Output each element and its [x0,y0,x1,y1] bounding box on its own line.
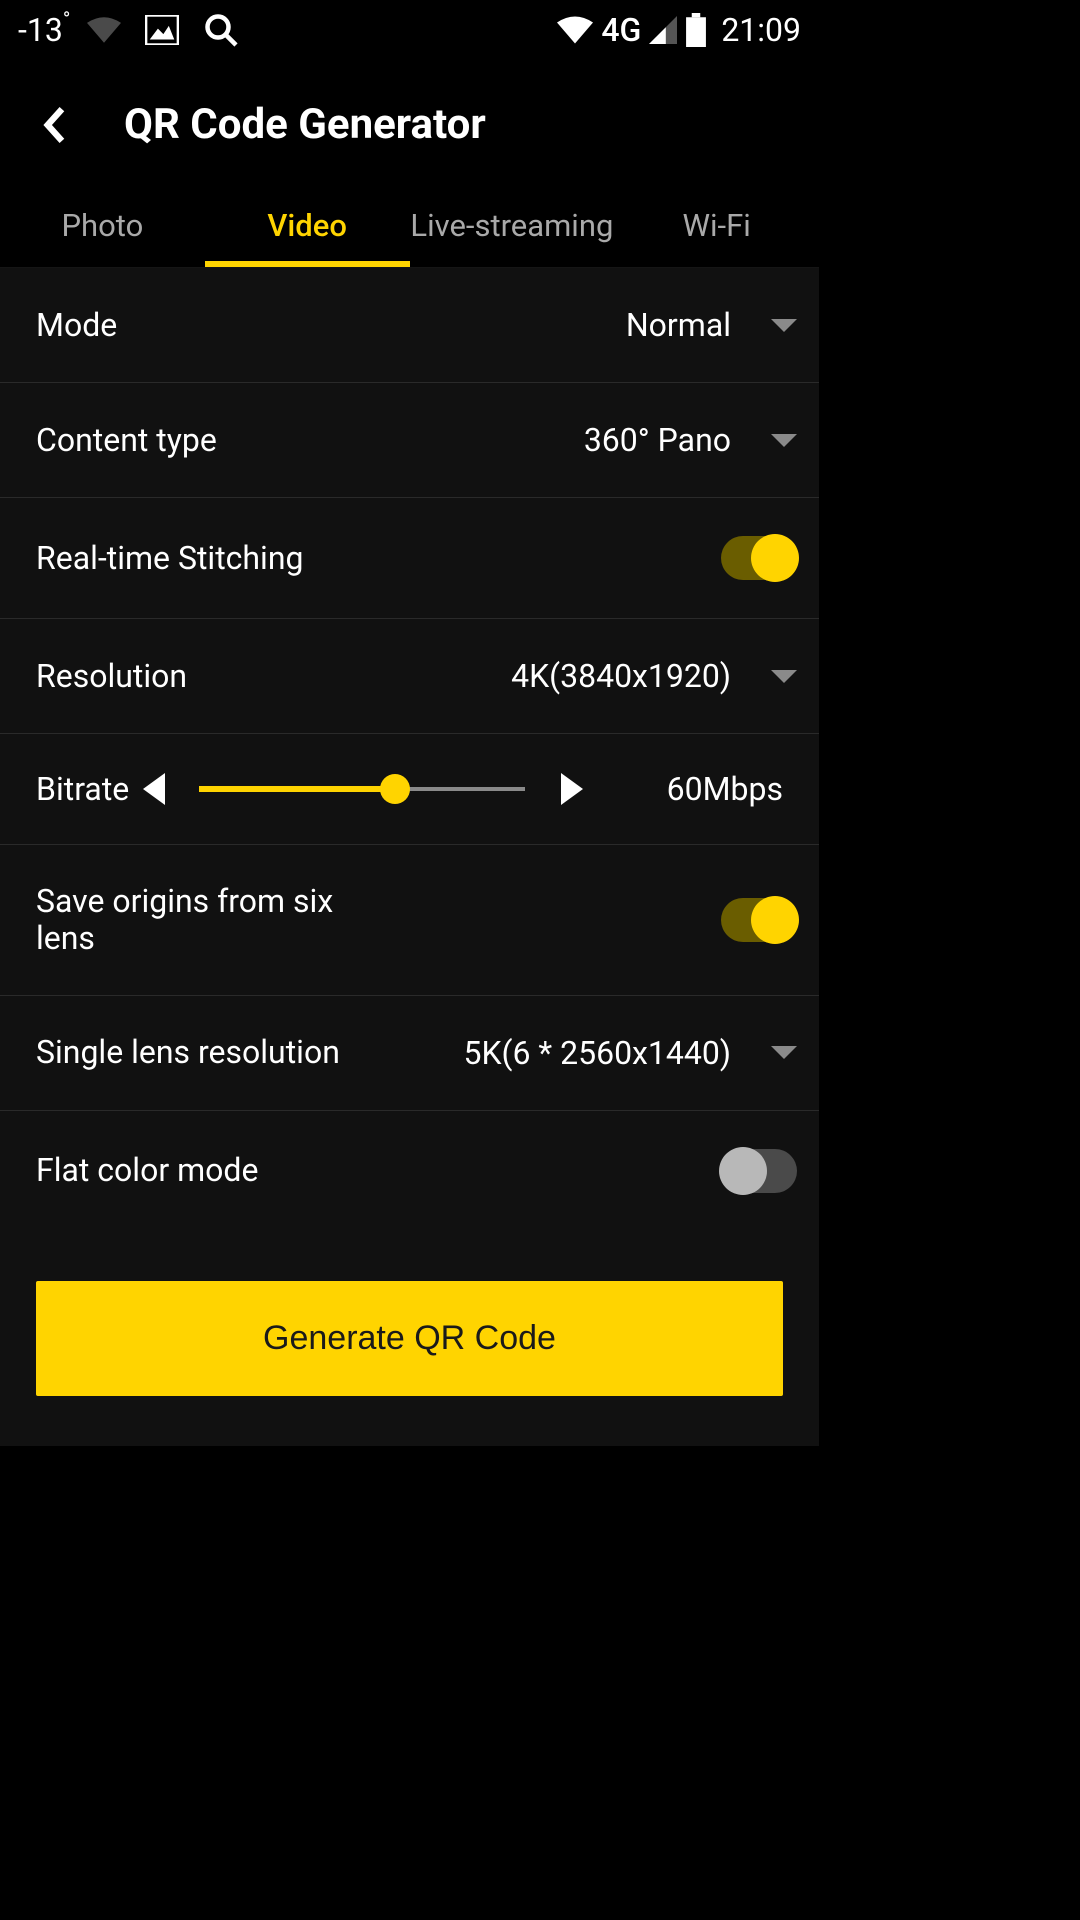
bitrate-label: Bitrate [36,770,129,808]
app-header: QR Code Generator [0,60,819,187]
search-icon [203,12,239,48]
save-origins-toggle[interactable] [721,898,797,942]
bitrate-value: 60Mbps [667,770,783,808]
flat-color-toggle[interactable] [721,1149,797,1193]
stitching-row: Real-time Stitching [0,498,819,619]
mode-label: Mode [36,307,117,344]
content-type-row[interactable]: Content type 360° Pano [0,383,819,498]
flat-color-label: Flat color mode [36,1152,258,1189]
wifi-icon [87,17,121,43]
chevron-down-icon [771,1046,797,1059]
content-type-value: 360° Pano [584,421,731,459]
tab-wifi[interactable]: Wi-Fi [614,187,819,267]
battery-icon [685,13,707,47]
cell-signal-icon [649,16,677,44]
page-title: QR Code Generator [124,100,486,149]
save-origins-row: Save origins from six lens [0,845,819,996]
picture-icon [145,15,179,45]
temperature-indicator: -13 [18,11,63,49]
tab-livestreaming[interactable]: Live-streaming [410,187,615,267]
chevron-down-icon [771,434,797,447]
tab-photo[interactable]: Photo [0,187,205,267]
back-button[interactable] [34,105,74,145]
tab-bar: Photo Video Live-streaming Wi-Fi [0,187,819,268]
settings-list: Mode Normal Content type 360° Pano Real-… [0,268,819,1446]
chevron-down-icon [771,670,797,683]
resolution-label: Resolution [36,658,187,695]
status-bar: -13 4G 21:09 [0,0,819,60]
tab-video[interactable]: Video [205,187,410,267]
flat-color-row: Flat color mode [0,1111,819,1231]
bitrate-row: Bitrate 60Mbps [0,734,819,845]
single-lens-value: 5K(6 * 2560x1440) [463,1034,731,1072]
save-origins-label: Save origins from six lens [36,883,356,957]
stitching-toggle[interactable] [721,536,797,580]
resolution-row[interactable]: Resolution 4K(3840x1920) [0,619,819,734]
single-lens-row[interactable]: Single lens resolution 5K(6 * 2560x1440) [0,996,819,1111]
single-lens-label: Single lens resolution [36,1034,340,1071]
network-label: 4G [601,11,641,49]
bitrate-increase-button[interactable] [561,773,583,805]
footer: Generate QR Code [0,1231,819,1446]
resolution-value: 4K(3840x1920) [511,657,731,695]
mode-value: Normal [626,306,731,344]
generate-button[interactable]: Generate QR Code [36,1281,783,1396]
wifi-signal-icon [557,16,593,44]
content-type-label: Content type [36,422,217,459]
stitching-label: Real-time Stitching [36,540,303,577]
chevron-down-icon [771,319,797,332]
bitrate-decrease-button[interactable] [143,773,165,805]
mode-row[interactable]: Mode Normal [0,268,819,383]
bitrate-slider[interactable] [199,787,525,791]
clock: 21:09 [721,11,801,49]
